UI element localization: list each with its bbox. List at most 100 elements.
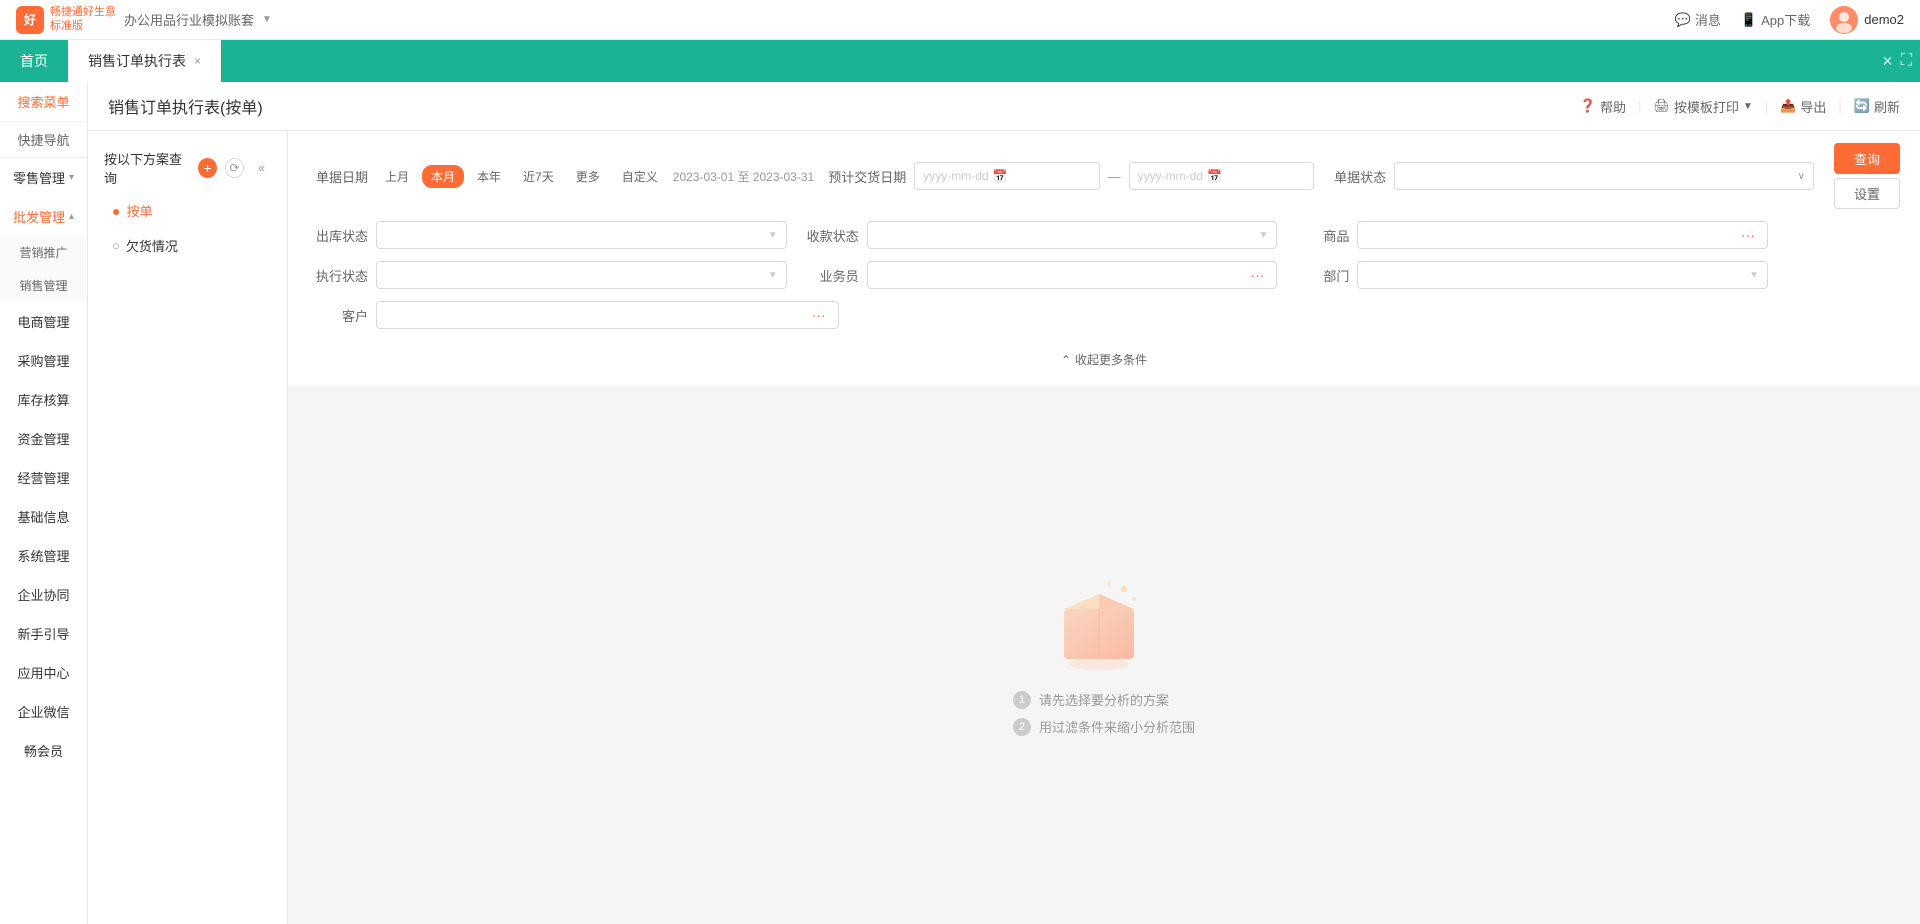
field-dept: 部门 ▼ bbox=[1289, 261, 1768, 289]
panel-item-欠货情况[interactable]: ○ 欠货情况 bbox=[88, 228, 287, 263]
customer-label: 客户 bbox=[308, 306, 368, 325]
outbound-select[interactable]: ▼ bbox=[376, 221, 787, 249]
collapse-icon: ⌃ bbox=[1061, 353, 1071, 367]
setting-button[interactable]: 设置 bbox=[1834, 178, 1900, 209]
goods-more-icon[interactable]: ··· bbox=[1737, 227, 1759, 243]
customer-select[interactable]: ··· bbox=[376, 301, 839, 329]
collapse-button[interactable]: ⌃ 收起更多条件 bbox=[1045, 345, 1163, 374]
customer-more-icon[interactable]: ··· bbox=[808, 307, 830, 323]
tab-close-icon[interactable]: × bbox=[194, 54, 201, 68]
field-salesman: 业务员 ··· bbox=[799, 261, 1278, 289]
sidebar-item-newbie[interactable]: 新手引导 bbox=[0, 614, 87, 653]
filter-row-4: 客户 ··· bbox=[308, 301, 1900, 329]
tab-bar-right: × ⛶ bbox=[1882, 51, 1920, 72]
sidebar-item-operations[interactable]: 经营管理 bbox=[0, 458, 87, 497]
sidebar-item-basic[interactable]: 基础信息 bbox=[0, 497, 87, 536]
data-area: 单据日期 上月 本月 本年 近7天 更多 自定义 bbox=[288, 131, 1920, 924]
tab-sales-order[interactable]: 销售订单执行表 × bbox=[68, 40, 221, 82]
sidebar-item-retail[interactable]: 零售管理 ▾ bbox=[0, 158, 87, 197]
sidebar-item-inventory[interactable]: 库存核算 bbox=[0, 380, 87, 419]
page-header: 销售订单执行表(按单) ❓ 帮助 | 🖨 按模板打印 ▼ | 📤 bbox=[88, 82, 1920, 131]
sidebar-item-cooperation[interactable]: 企业协同 bbox=[0, 575, 87, 614]
help-button[interactable]: ❓ 帮助 bbox=[1580, 97, 1626, 116]
salesman-more-icon[interactable]: ··· bbox=[1246, 267, 1268, 283]
panel-item-active-icon: ● bbox=[112, 203, 120, 219]
logo-icon: 好 bbox=[16, 6, 44, 34]
sidebar-quick-nav[interactable]: 快捷导航 bbox=[0, 122, 87, 157]
sidebar-item-finance[interactable]: 资金管理 bbox=[0, 419, 87, 458]
sidebar-sub-item-marketing[interactable]: 营销推广 bbox=[0, 236, 87, 269]
app-download-icon: 📱 bbox=[1741, 12, 1757, 28]
date-btn-more[interactable]: 更多 bbox=[567, 165, 609, 188]
sidebar-search-section: 搜索菜单 bbox=[0, 82, 87, 122]
date-separator: — bbox=[1108, 169, 1121, 184]
avatar-image bbox=[1830, 6, 1858, 34]
sidebar-item-system[interactable]: 系统管理 bbox=[0, 536, 87, 575]
expected-date-start[interactable]: yyyy-mm-dd 📅 bbox=[914, 162, 1099, 190]
sidebar-sub-item-sales[interactable]: 销售管理 bbox=[0, 269, 87, 302]
window-close-icon[interactable]: × bbox=[1882, 51, 1893, 72]
date-btn-this-month[interactable]: 本月 bbox=[422, 165, 464, 188]
print-icon: 🖨 bbox=[1653, 98, 1670, 114]
filter-row-2: 出库状态 ▼ 收款状态 ▼ bbox=[308, 221, 1900, 249]
page-actions: ❓ 帮助 | 🖨 按模板打印 ▼ | 📤 导出 | bbox=[1580, 97, 1900, 116]
date-btn-last7[interactable]: 近7天 bbox=[514, 165, 563, 188]
chevron-up-icon: ▴ bbox=[69, 211, 74, 222]
refresh-small-icon: ⟳ bbox=[230, 161, 240, 175]
expected-date-end[interactable]: yyyy-mm-dd 📅 bbox=[1129, 162, 1314, 190]
full-content: 销售订单执行表(按单) ❓ 帮助 | 🖨 按模板打印 ▼ | 📤 bbox=[88, 82, 1920, 924]
status-dropdown-icon: ∨ bbox=[1798, 171, 1805, 182]
filter-section: 单据日期 上月 本月 本年 近7天 更多 自定义 bbox=[288, 131, 1920, 386]
query-button[interactable]: 查询 bbox=[1834, 143, 1900, 174]
sidebar-item-member[interactable]: 畅会员 bbox=[0, 731, 87, 770]
field-date: 单据日期 上月 本月 本年 近7天 更多 自定义 bbox=[308, 165, 814, 188]
panel-refresh-button[interactable]: ⟳ bbox=[225, 158, 244, 178]
field-expected-date: 预计交货日期 yyyy-mm-dd 📅 — yyyy-mm-dd bbox=[826, 162, 1314, 190]
salesman-label: 业务员 bbox=[799, 266, 859, 285]
calendar-icon: 📅 bbox=[993, 169, 1008, 183]
sidebar-item-apps[interactable]: 应用中心 bbox=[0, 653, 87, 692]
field-status: 单据状态 ∨ bbox=[1326, 162, 1814, 190]
message-action[interactable]: 💬 消息 bbox=[1675, 10, 1721, 29]
refresh-button[interactable]: 🔄 刷新 bbox=[1854, 97, 1900, 116]
app-download-action[interactable]: 📱 App下载 bbox=[1741, 10, 1810, 29]
expected-date-label: 预计交货日期 bbox=[826, 167, 906, 186]
sidebar-item-wechat[interactable]: 企业微信 bbox=[0, 692, 87, 731]
panel-item-按单[interactable]: ● 按单 bbox=[88, 193, 287, 228]
goods-select[interactable]: ··· bbox=[1357, 221, 1768, 249]
panel-collapse-button[interactable]: « bbox=[252, 158, 271, 178]
outbound-label: 出库状态 bbox=[308, 226, 368, 245]
sidebar-quick-nav-section: 快捷导航 bbox=[0, 122, 87, 158]
dept-select[interactable]: ▼ bbox=[1357, 261, 1768, 289]
sidebar-item-purchase[interactable]: 采购管理 bbox=[0, 341, 87, 380]
main-content: 按以下方案查询 + ⟳ « ● 按单 ○ 欠货情况 bbox=[88, 131, 1920, 924]
sidebar-item-wholesale[interactable]: 批发管理 ▴ bbox=[0, 197, 87, 236]
empty-tips: 1 请先选择要分析的方案 2 用过滤条件来缩小分析范围 bbox=[1013, 690, 1195, 736]
panel-add-button[interactable]: + bbox=[198, 158, 217, 178]
logo-text: 畅捷通好生意 标准版 bbox=[50, 6, 116, 32]
top-bar-dropdown-icon[interactable]: ▼ bbox=[262, 14, 272, 25]
print-button[interactable]: 🖨 按模板打印 ▼ bbox=[1653, 97, 1752, 116]
field-payment: 收款状态 ▼ bbox=[799, 221, 1278, 249]
exec-label: 执行状态 bbox=[308, 266, 368, 285]
field-customer: 客户 ··· bbox=[308, 301, 839, 329]
salesman-select[interactable]: ··· bbox=[867, 261, 1278, 289]
sidebar-search[interactable]: 搜索菜单 bbox=[0, 82, 87, 121]
payment-select[interactable]: ▼ bbox=[867, 221, 1278, 249]
status-select[interactable]: ∨ bbox=[1394, 162, 1814, 190]
date-btn-this-year[interactable]: 本年 bbox=[468, 165, 510, 188]
date-btn-custom[interactable]: 自定义 bbox=[613, 165, 667, 188]
tab-home[interactable]: 首页 bbox=[0, 40, 68, 82]
user-area[interactable]: demo2 bbox=[1830, 6, 1904, 34]
sidebar-item-ecommerce[interactable]: 电商管理 bbox=[0, 302, 87, 341]
top-bar-right: 💬 消息 📱 App下载 demo2 bbox=[1675, 6, 1904, 34]
field-goods: 商品 ··· bbox=[1289, 221, 1768, 249]
exec-select[interactable]: ▼ bbox=[376, 261, 787, 289]
window-maximize-icon[interactable]: ⛶ bbox=[1901, 52, 1912, 70]
date-btn-last-month[interactable]: 上月 bbox=[376, 165, 418, 188]
dept-label: 部门 bbox=[1289, 266, 1349, 285]
payment-label: 收款状态 bbox=[799, 226, 859, 245]
export-button[interactable]: 📤 导出 bbox=[1780, 97, 1826, 116]
top-bar: 好 畅捷通好生意 标准版 办公用品行业模拟账套 ▼ 💬 消息 📱 App下载 bbox=[0, 0, 1920, 40]
status-label: 单据状态 bbox=[1326, 167, 1386, 186]
